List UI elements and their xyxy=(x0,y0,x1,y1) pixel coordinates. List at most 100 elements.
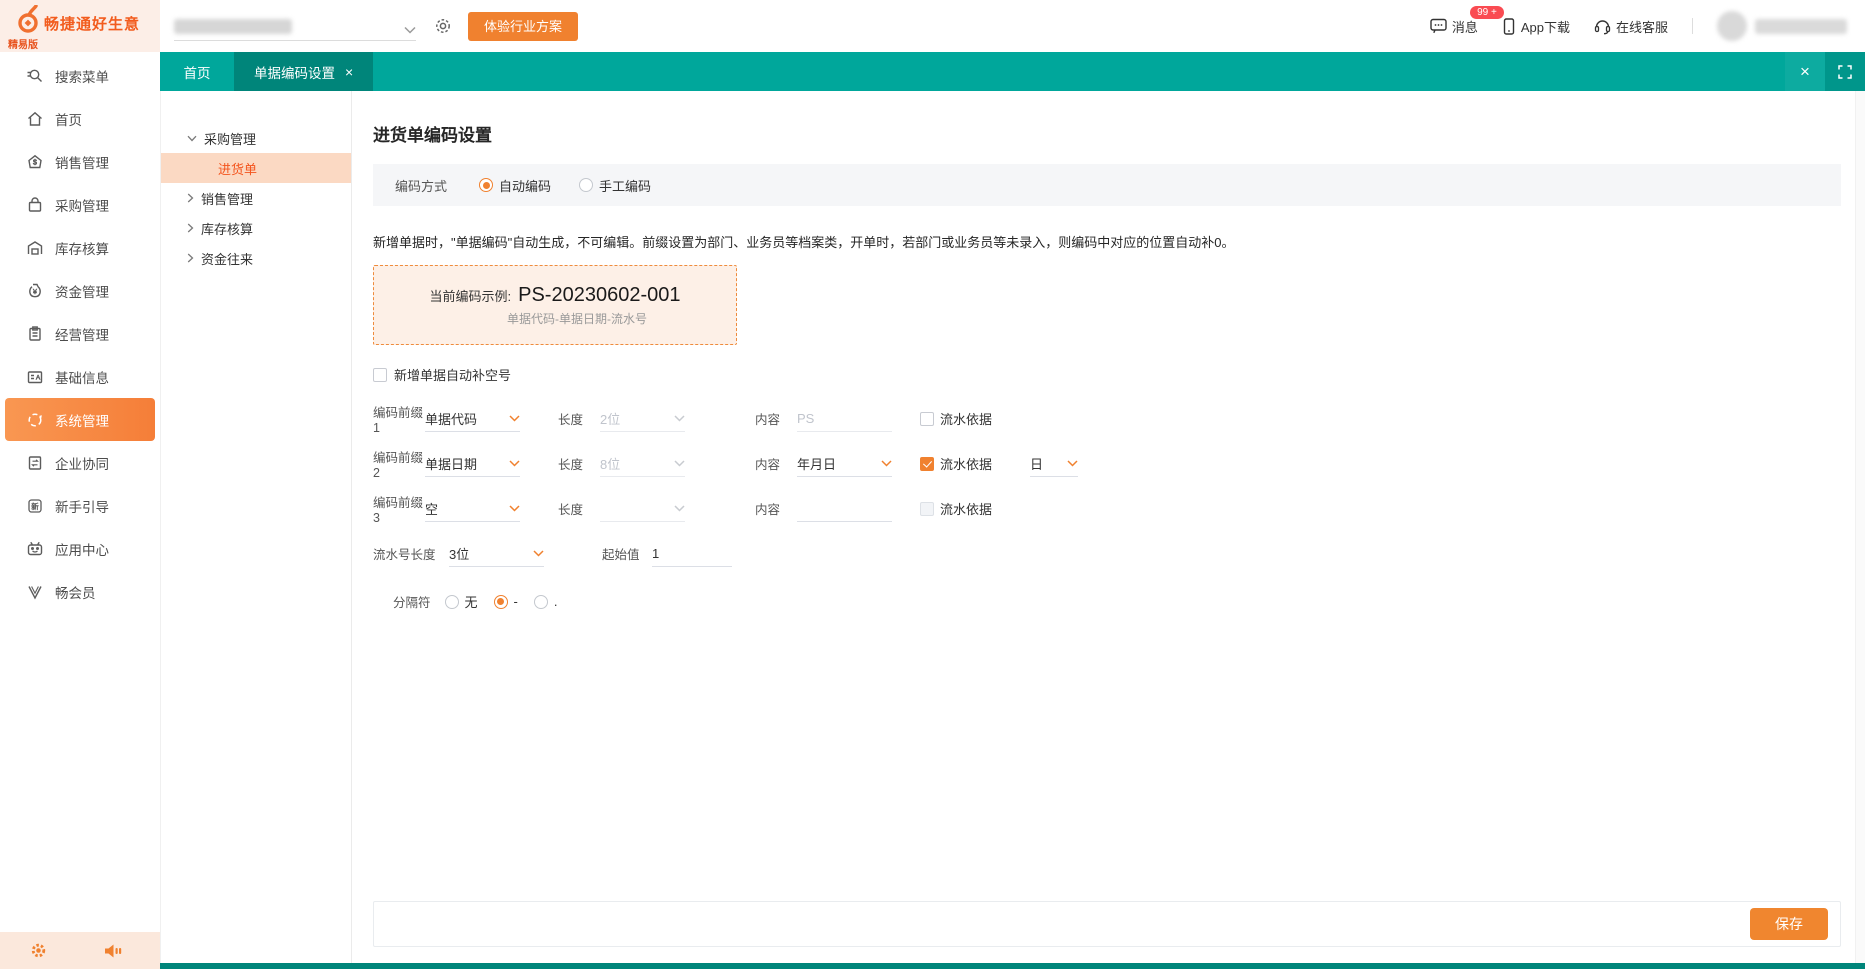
radio-unselected-icon xyxy=(579,178,593,192)
autofill-gap-checkbox-row[interactable]: 新增单据自动补空号 xyxy=(373,365,1841,384)
sidebar-item-label: 系统管理 xyxy=(55,410,109,430)
settings-gear-icon[interactable] xyxy=(434,17,452,35)
tab-home[interactable]: 首页 xyxy=(160,52,234,91)
trial-industry-plan-button[interactable]: 体验行业方案 xyxy=(468,12,578,41)
prefix2-label: 编码前缀2 xyxy=(373,447,425,480)
chevron-down-icon xyxy=(533,550,544,557)
checkbox-checked-icon[interactable] xyxy=(920,457,934,471)
content-label: 内容 xyxy=(755,499,789,518)
account-selector[interactable] xyxy=(174,11,416,41)
app-download-item[interactable]: App下载 xyxy=(1502,17,1570,36)
sidebar-item-beginner-guide[interactable]: 新 新手引导 xyxy=(0,484,160,527)
example-code-value: PS-20230602-001 xyxy=(518,284,680,307)
save-bar: 保存 xyxy=(373,901,1841,947)
sidebar-item-operations[interactable]: 经营管理 xyxy=(0,312,160,355)
chevron-down-icon xyxy=(509,415,520,422)
radio-auto-coding[interactable]: 自动编码 xyxy=(479,176,551,195)
radio-separator-dot[interactable]: . xyxy=(534,594,558,609)
tab-doc-code-settings-active[interactable]: 单据编码设置 × xyxy=(234,52,373,91)
prefix2-content-select[interactable]: 年月日 xyxy=(797,450,892,477)
footer-speaker-icon[interactable] xyxy=(103,943,122,959)
sidebar-item-base-info[interactable]: A 基础信息 xyxy=(0,355,160,398)
svg-text:$: $ xyxy=(33,159,37,166)
sidebar-item-label: 经营管理 xyxy=(55,324,109,344)
autofill-gap-label: 新增单据自动补空号 xyxy=(394,365,511,384)
sidebar-item-label: 首页 xyxy=(55,109,82,129)
radio-separator-none[interactable]: 无 xyxy=(445,592,478,611)
subnav-item-label: 进货单 xyxy=(218,159,257,178)
subnav-group-label: 资金往来 xyxy=(201,249,253,268)
prefix2-serial-basis-checkbox[interactable]: 流水依据 xyxy=(920,454,996,473)
prefix2-select[interactable]: 单据日期 xyxy=(425,450,520,477)
length-label: 长度 xyxy=(558,499,592,518)
chevron-right-icon xyxy=(187,193,194,203)
app-center-tv-icon xyxy=(26,540,44,558)
sidebar-item-search-menu[interactable]: 搜索菜单 xyxy=(0,54,160,97)
prefix1-serial-basis-checkbox[interactable]: 流水依据 xyxy=(920,409,996,428)
radio-unselected-icon xyxy=(445,595,459,609)
page-title: 进货单编码设置 xyxy=(373,121,1841,146)
checkbox-unchecked-icon[interactable] xyxy=(373,368,387,382)
radio-manual-label: 手工编码 xyxy=(599,176,651,195)
sidebar-item-sales[interactable]: $ 销售管理 xyxy=(0,140,160,183)
chevron-down-icon xyxy=(404,26,416,34)
baseinfo-card-icon: A xyxy=(26,368,44,386)
chevron-down-icon xyxy=(674,415,685,422)
scrollbar-track[interactable] xyxy=(1855,91,1865,963)
start-value-input[interactable]: 1 xyxy=(652,540,732,567)
footer-gear-icon[interactable] xyxy=(30,942,47,959)
brand-area: 畅捷通好生意 精易版 xyxy=(0,0,160,52)
subnav-group-purchase[interactable]: 采购管理 xyxy=(161,123,351,153)
checkbox-unchecked-icon[interactable] xyxy=(920,412,934,426)
save-button[interactable]: 保存 xyxy=(1750,908,1828,940)
separator-dot-label: . xyxy=(554,594,558,609)
sidebar-item-inventory[interactable]: 库存核算 xyxy=(0,226,160,269)
prefix2-serial-unit-select[interactable]: 日 xyxy=(1030,450,1078,477)
chevron-down-icon xyxy=(1067,460,1078,467)
subnav-group-inventory[interactable]: 库存核算 xyxy=(161,213,351,243)
subnav-group-funds[interactable]: 资金往来 xyxy=(161,243,351,273)
serial-length-value: 3位 xyxy=(449,544,469,563)
username-redacted xyxy=(1755,19,1847,34)
prefix1-select[interactable]: 单据代码 xyxy=(425,405,520,432)
prefix3-content-input[interactable] xyxy=(797,495,892,522)
chevron-down-icon xyxy=(674,460,685,467)
sidebar-item-purchase[interactable]: 采购管理 xyxy=(0,183,160,226)
tab-close-icon[interactable]: × xyxy=(345,65,353,79)
fullscreen-button[interactable] xyxy=(1825,52,1865,91)
serial-basis-label: 流水依据 xyxy=(940,499,992,518)
sidebar-item-home[interactable]: 首页 xyxy=(0,97,160,140)
prefix1-length-select-disabled: 2位 xyxy=(600,405,685,432)
prefix1-content-input-disabled: PS xyxy=(797,405,892,432)
subnav-group-sales[interactable]: 销售管理 xyxy=(161,183,351,213)
chevron-down-icon xyxy=(881,460,892,467)
subnav-item-purchase-order-active[interactable]: 进货单 xyxy=(161,153,351,183)
radio-auto-label: 自动编码 xyxy=(499,176,551,195)
coding-method-label: 编码方式 xyxy=(395,176,447,195)
separator-row: 分隔符 无 - . xyxy=(373,592,1841,611)
sidebar-item-system-active[interactable]: 系统管理 xyxy=(5,398,155,441)
sidebar-item-funds[interactable]: ¥ 资金管理 xyxy=(0,269,160,312)
online-support-item[interactable]: 在线客服 xyxy=(1594,17,1668,36)
sidebar-item-member[interactable]: 畅会员 xyxy=(0,570,160,613)
sidebar-item-app-center[interactable]: 应用中心 xyxy=(0,527,160,570)
phone-icon xyxy=(1502,18,1516,35)
user-account-redacted[interactable] xyxy=(1717,11,1847,41)
close-all-tabs-button[interactable]: × xyxy=(1785,52,1825,91)
sidebar-item-label: 新手引导 xyxy=(55,496,109,516)
online-support-label: 在线客服 xyxy=(1616,17,1668,36)
sidebar-item-label: 资金管理 xyxy=(55,281,109,301)
radio-separator-dash[interactable]: - xyxy=(494,594,518,609)
top-right-group: 消息 99 + App下载 在线客服 xyxy=(1430,11,1865,41)
sidebar-item-label: 销售管理 xyxy=(55,152,109,172)
prefix-form: 编码前缀1 单据代码 长度 2位 内容 PS xyxy=(373,396,1841,611)
separator-none-label: 无 xyxy=(465,592,478,611)
serial-basis-label: 流水依据 xyxy=(940,454,992,473)
separator-label: 分隔符 xyxy=(393,592,431,611)
serial-length-select[interactable]: 3位 xyxy=(449,540,544,567)
checkbox-disabled-icon xyxy=(920,502,934,516)
radio-manual-coding[interactable]: 手工编码 xyxy=(579,176,651,195)
prefix3-select[interactable]: 空 xyxy=(425,495,520,522)
sidebar-item-collaboration[interactable]: 企业协同 xyxy=(0,441,160,484)
messages-item[interactable]: 消息 99 + xyxy=(1430,17,1478,36)
